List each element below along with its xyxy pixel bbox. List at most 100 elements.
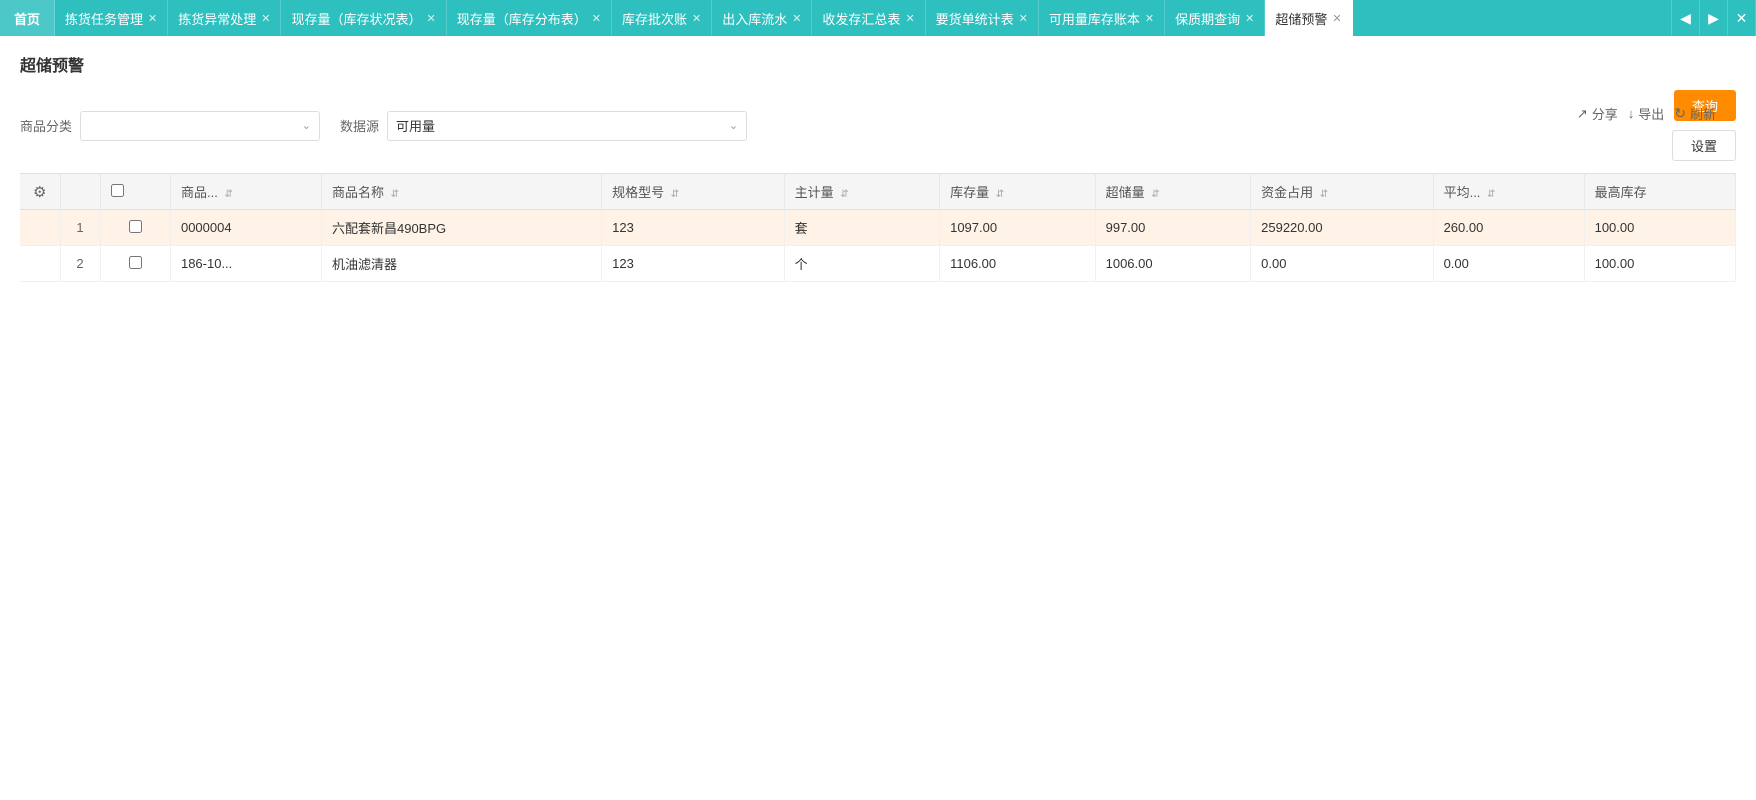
page-content: 超储预警 ↗ 分享 ↓ 导出 ↻ 刷新 商品分类 ⌄ 数据源 bbox=[0, 36, 1756, 298]
nav-tab[interactable]: 收发存汇总表✕ bbox=[812, 0, 925, 36]
category-label: 商品分类 bbox=[20, 116, 72, 135]
datasource-value: 可用量 bbox=[396, 116, 435, 135]
nav-tab[interactable]: 拣货任务管理✕ bbox=[55, 0, 168, 36]
capital-occupation: 259220.00 bbox=[1251, 210, 1433, 246]
avg-value: 260.00 bbox=[1433, 210, 1584, 246]
export-button[interactable]: ↓ 导出 bbox=[1628, 104, 1665, 123]
close-icon[interactable]: ✕ bbox=[905, 12, 914, 25]
col-stock[interactable]: 库存量 ⇵ bbox=[940, 174, 1096, 210]
product-unit: 套 bbox=[784, 210, 940, 246]
nav-tab[interactable]: 要货单统计表✕ bbox=[926, 0, 1039, 36]
col-capital[interactable]: 资金占用 ⇵ bbox=[1251, 174, 1433, 210]
col-spec[interactable]: 规格型号 ⇵ bbox=[602, 174, 784, 210]
page-title: 超储预警 bbox=[20, 52, 1736, 76]
close-icon[interactable]: ✕ bbox=[1145, 12, 1154, 25]
product-spec: 123 bbox=[602, 210, 784, 246]
table-header-row: ⚙ 商品... ⇵ 商品名称 ⇵ 规格型号 ⇵ bbox=[20, 174, 1736, 210]
refresh-button[interactable]: ↻ 刷新 bbox=[1674, 104, 1716, 123]
close-icon[interactable]: ✕ bbox=[1332, 12, 1341, 25]
sort-icon: ⇵ bbox=[671, 189, 679, 200]
nav-tab[interactable]: 现存量（库存分布表）✕ bbox=[447, 0, 612, 36]
refresh-icon: ↻ bbox=[1674, 105, 1686, 122]
over-stock-qty: 1006.00 bbox=[1095, 246, 1251, 282]
nav-tab[interactable]: 库存批次账✕ bbox=[612, 0, 712, 36]
product-code: 186-10... bbox=[170, 246, 321, 282]
col-max-stock[interactable]: 最高库存 bbox=[1584, 174, 1735, 210]
nav-home[interactable]: 首页 bbox=[0, 0, 55, 36]
product-spec: 123 bbox=[602, 246, 784, 282]
close-icon[interactable]: ✕ bbox=[792, 12, 801, 25]
close-icon[interactable]: ✕ bbox=[261, 12, 270, 25]
row-checkbox[interactable] bbox=[129, 256, 142, 269]
chevron-down-icon: ⌄ bbox=[729, 119, 738, 132]
close-icon[interactable]: ✕ bbox=[1245, 12, 1254, 25]
close-icon[interactable]: ✕ bbox=[427, 12, 436, 25]
nav-close-arrow[interactable]: ✕ bbox=[1728, 0, 1756, 36]
chevron-down-icon: ⌄ bbox=[302, 119, 311, 132]
nav-tab[interactable]: 拣货异常处理✕ bbox=[168, 0, 281, 36]
sort-icon: ⇵ bbox=[1151, 189, 1159, 200]
row-action-cell bbox=[20, 246, 60, 282]
product-name: 六配套新昌490BPG bbox=[321, 210, 601, 246]
table-row: 1 0000004 六配套新昌490BPG 123 套 1097.00 997.… bbox=[20, 210, 1736, 246]
nav-tab[interactable]: 可用量库存账本✕ bbox=[1039, 0, 1165, 36]
datasource-label: 数据源 bbox=[340, 116, 379, 135]
product-name: 机油滤清器 bbox=[321, 246, 601, 282]
capital-occupation: 0.00 bbox=[1251, 246, 1433, 282]
max-stock: 100.00 bbox=[1584, 210, 1735, 246]
nav-arrows: ◀ ▶ ✕ bbox=[1671, 0, 1756, 36]
stock-qty: 1097.00 bbox=[940, 210, 1096, 246]
sort-icon: ⇵ bbox=[1487, 189, 1495, 200]
col-settings[interactable]: ⚙ bbox=[20, 174, 60, 210]
row-checkbox-cell[interactable] bbox=[100, 246, 170, 282]
close-icon[interactable]: ✕ bbox=[1019, 12, 1028, 25]
avg-value: 0.00 bbox=[1433, 246, 1584, 282]
row-action-cell bbox=[20, 210, 60, 246]
col-product-name[interactable]: 商品名称 ⇵ bbox=[321, 174, 601, 210]
product-unit: 个 bbox=[784, 246, 940, 282]
select-all-checkbox[interactable] bbox=[111, 184, 124, 197]
data-table: ⚙ 商品... ⇵ 商品名称 ⇵ 规格型号 ⇵ bbox=[20, 173, 1736, 282]
stock-qty: 1106.00 bbox=[940, 246, 1096, 282]
close-icon[interactable]: ✕ bbox=[692, 12, 701, 25]
nav-tab[interactable]: 现存量（库存状况表）✕ bbox=[281, 0, 446, 36]
share-button[interactable]: ↗ 分享 bbox=[1577, 104, 1618, 123]
gear-icon[interactable]: ⚙ bbox=[33, 184, 46, 201]
settings-button[interactable]: 设置 bbox=[1672, 130, 1736, 161]
close-icon[interactable]: ✕ bbox=[592, 12, 601, 25]
toolbar-right: ↗ 分享 ↓ 导出 ↻ 刷新 bbox=[1577, 104, 1716, 123]
export-icon: ↓ bbox=[1628, 106, 1635, 121]
category-filter: 商品分类 ⌄ bbox=[20, 111, 320, 141]
sort-icon: ⇵ bbox=[224, 189, 232, 200]
col-checkbox[interactable] bbox=[100, 174, 170, 210]
nav-tab[interactable]: 超储预警✕ bbox=[1265, 0, 1352, 36]
close-icon[interactable]: ✕ bbox=[148, 12, 157, 25]
col-product-code[interactable]: 商品... ⇵ bbox=[170, 174, 321, 210]
filter-row: 商品分类 ⌄ 数据源 可用量 ⌄ 查询 设置 bbox=[20, 90, 1736, 161]
col-overstock[interactable]: 超储量 ⇵ bbox=[1095, 174, 1251, 210]
nav-prev-arrow[interactable]: ◀ bbox=[1672, 0, 1700, 36]
top-navigation: 首页 拣货任务管理✕拣货异常处理✕现存量（库存状况表）✕现存量（库存分布表）✕库… bbox=[0, 0, 1756, 36]
table-row: 2 186-10... 机油滤清器 123 个 1106.00 1006.00 … bbox=[20, 246, 1736, 282]
col-unit[interactable]: 主计量 ⇵ bbox=[784, 174, 940, 210]
row-checkbox-cell[interactable] bbox=[100, 210, 170, 246]
row-seq: 2 bbox=[60, 246, 100, 282]
datasource-select[interactable]: 可用量 ⌄ bbox=[387, 111, 747, 141]
nav-tab[interactable]: 出入库流水✕ bbox=[712, 0, 812, 36]
col-avg[interactable]: 平均... ⇵ bbox=[1433, 174, 1584, 210]
sort-icon: ⇵ bbox=[391, 189, 399, 200]
col-seq bbox=[60, 174, 100, 210]
nav-tab[interactable]: 保质期查询✕ bbox=[1165, 0, 1265, 36]
over-stock-qty: 997.00 bbox=[1095, 210, 1251, 246]
row-seq: 1 bbox=[60, 210, 100, 246]
sort-icon: ⇵ bbox=[840, 189, 848, 200]
datasource-filter: 数据源 可用量 ⌄ bbox=[340, 111, 747, 141]
nav-next-arrow[interactable]: ▶ bbox=[1700, 0, 1728, 36]
product-code: 0000004 bbox=[170, 210, 321, 246]
sort-icon: ⇵ bbox=[1320, 189, 1328, 200]
max-stock: 100.00 bbox=[1584, 246, 1735, 282]
sort-icon: ⇵ bbox=[996, 189, 1004, 200]
share-icon: ↗ bbox=[1577, 106, 1588, 122]
category-select[interactable]: ⌄ bbox=[80, 111, 320, 141]
row-checkbox[interactable] bbox=[129, 220, 142, 233]
